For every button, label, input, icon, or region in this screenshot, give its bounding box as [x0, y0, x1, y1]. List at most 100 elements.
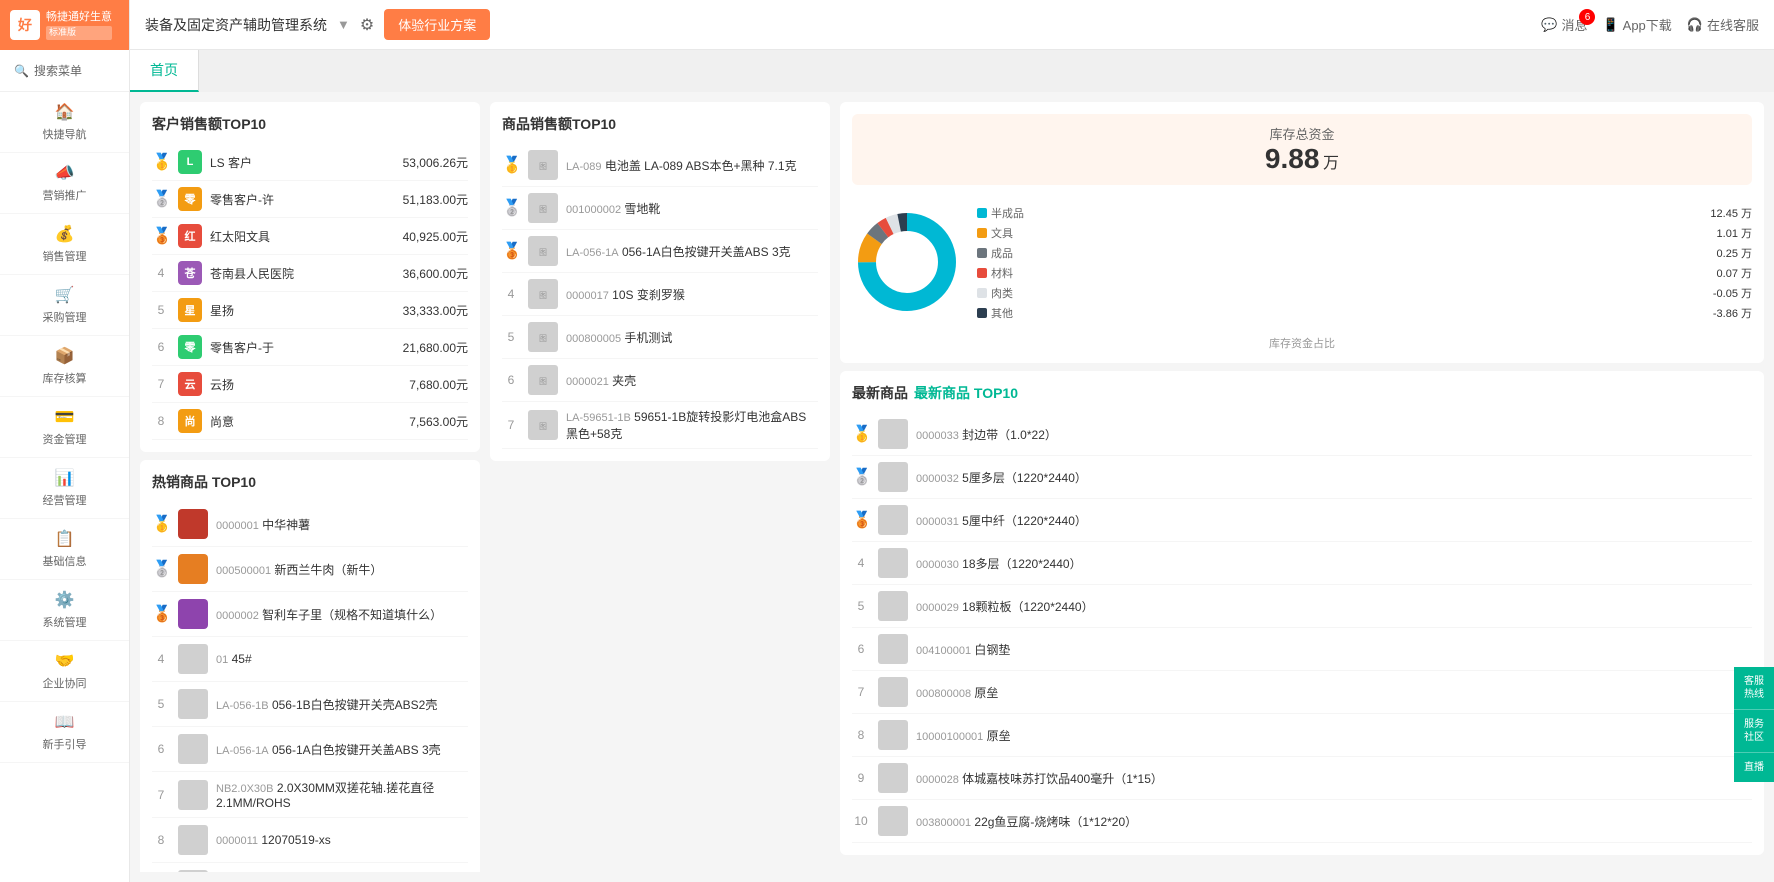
product-thumbnail [178, 825, 208, 855]
message-btn[interactable]: 💬 消息 6 [1541, 15, 1587, 34]
product-name: 056-1A白色按键开关盖ABS 3壳 [272, 743, 441, 757]
product-code: 0000031 [916, 516, 959, 528]
sidebar-item-operations[interactable]: 📊 经营管理 [0, 458, 129, 519]
legend-item: 文具 1.01 万 [977, 225, 1752, 241]
sidebar-item-system[interactable]: ⚙️ 系统管理 [0, 580, 129, 641]
product-rank-item: 5 图 000800005 手机测试 [502, 316, 818, 359]
product-img [878, 634, 908, 664]
search-menu-btn[interactable]: 🔍 搜索菜单 [10, 58, 119, 83]
inventory-donut-chart [852, 207, 962, 320]
right-column: 库存总资金 9.88 万 [840, 102, 1764, 872]
rank-number: 6 [152, 340, 170, 354]
customer-avatar: 零 [178, 187, 202, 211]
new-product-info: 0000033 封边带（1.0*22） [916, 426, 1752, 443]
product-code: 0000028 [916, 774, 959, 786]
legend-name: 文具 [991, 225, 1717, 241]
legend-dot [977, 208, 987, 218]
customer-name: 苍南县人民医院 [210, 265, 395, 282]
product-ranking-column: 商品销售额TOP10 🥇 图 LA-089 电池盖 LA-089 ABS本色+黑… [490, 102, 830, 872]
product-name: 5厘多层（1220*2440） [962, 471, 1087, 485]
product-code: 004100001 [916, 645, 971, 657]
product-thumbnail [178, 734, 208, 764]
customer-name: 星扬 [210, 302, 395, 319]
customer-amount: 21,680.00元 [403, 339, 468, 356]
topbar-right: 💬 消息 6 📱 App下载 🎧 在线客服 [1541, 15, 1759, 34]
inventory-card: 库存总资金 9.88 万 [840, 102, 1764, 363]
product-name: 新西兰牛肉（新牛） [274, 563, 382, 577]
sidebar-item-guide[interactable]: 📖 新手引导 [0, 702, 129, 763]
sidebar-item-basics[interactable]: 📋 基础信息 [0, 519, 129, 580]
trial-btn[interactable]: 体验行业方案 [384, 9, 490, 40]
hot-product-info: LA-056-1B 056-1B白色按键开关壳ABS2壳 [216, 696, 468, 713]
dropdown-arrow[interactable]: ▼ [337, 17, 350, 32]
product-name: 18颗粒板（1220*2440） [962, 600, 1093, 614]
sidebar-item-finance[interactable]: 💳 资金管理 [0, 397, 129, 458]
product-code: NB2.0X30B [216, 783, 273, 795]
rank-medal: 🥉 [852, 510, 870, 530]
customer-name: 零售客户-于 [210, 339, 395, 356]
svg-text:图: 图 [539, 334, 547, 343]
customer-rank-item: 6 零 零售客户-于 21,680.00元 [152, 329, 468, 366]
sidebar-item-inventory[interactable]: 📦 库存核算 [0, 336, 129, 397]
new-product-item: 4 0000030 18多层（1220*2440） [852, 542, 1752, 585]
sidebar-item-marketing[interactable]: 📣 营销推广 [0, 153, 129, 214]
sidebar-item-quick-nav[interactable]: 🏠 快捷导航 [0, 92, 129, 153]
legend-name: 其他 [991, 305, 1713, 321]
legend-item: 成品 0.25 万 [977, 245, 1752, 261]
tab-home[interactable]: 首页 [130, 50, 199, 92]
customer-avatar: 苍 [178, 261, 202, 285]
online-service-btn[interactable]: 🎧 在线客服 [1687, 15, 1759, 34]
hot-product-item: 🥉 0000002 智利车子里（规格不知道填什么） [152, 592, 468, 637]
product-img: 图 [528, 365, 558, 395]
svg-text:图: 图 [539, 205, 547, 214]
hot-product-info: LA-056-1A 056-1A白色按键开关盖ABS 3壳 [216, 741, 468, 758]
customer-ranking-card: 客户销售额TOP10 🥇 L LS 客户 53,006.26元 🥈 零 零售客户… [140, 102, 480, 452]
product-img: 图 [528, 193, 558, 223]
product-img [878, 548, 908, 578]
product-img [878, 462, 908, 492]
float-btn-community[interactable]: 服务社区 [1734, 710, 1774, 753]
rank-number: 7 [152, 788, 170, 802]
product-img: 图 [528, 410, 558, 440]
sidebar-item-collaboration[interactable]: 🤝 企业协同 [0, 641, 129, 702]
legend-value: -0.05 万 [1713, 285, 1752, 301]
customer-rank-item: 4 苍 苍南县人民医院 36,600.00元 [152, 255, 468, 292]
svg-text:图: 图 [539, 422, 547, 431]
product-name: 手机测试 [624, 331, 672, 345]
product-img [878, 720, 908, 750]
float-btn-live[interactable]: 直播 [1734, 753, 1774, 782]
product-name: 中华神薯 [262, 518, 310, 532]
product-img [878, 763, 908, 793]
product-name: 10S 变刹罗猴 [612, 288, 685, 302]
new-product-item: 🥇 0000033 封边带（1.0*22） [852, 413, 1752, 456]
hot-product-item: 🥇 0000001 中华神薯 [152, 502, 468, 547]
product-code: 0000017 [566, 290, 609, 302]
product-rank-item: 🥈 图 001000002 雪地靴 [502, 187, 818, 230]
hot-product-info: 0000002 智利车子里（规格不知道填什么） [216, 606, 468, 623]
rank-number: 6 [852, 642, 870, 656]
float-btn-service[interactable]: 客服热线 [1734, 667, 1774, 710]
product-name: 雪地靴 [624, 202, 660, 216]
sidebar: 好 畅捷通好生意 标准版 🔍 搜索菜单 🏠 快捷导航 📣 营销推广 💰 销售管理… [0, 0, 130, 882]
legend-value: 0.07 万 [1717, 265, 1752, 281]
product-code: LA-056-1A [216, 745, 269, 757]
product-info: 000800005 手机测试 [566, 329, 818, 346]
app-download-btn[interactable]: 📱 App下载 [1602, 15, 1671, 34]
rank-medal: 🥈 [852, 467, 870, 487]
rank-number: 7 [152, 377, 170, 391]
customer-rank-item: 🥉 红 红太阳文具 40,925.00元 [152, 218, 468, 255]
product-code: LA-59651-1B [566, 412, 631, 424]
product-code: LA-089 [566, 161, 601, 173]
settings-icon[interactable]: ⚙ [360, 15, 374, 35]
hot-product-info: 01 45# [216, 652, 468, 666]
product-name: 体城嘉枝味苏打饮品400毫升（1*15） [962, 772, 1163, 786]
customer-rank-item: 7 云 云扬 7,680.00元 [152, 366, 468, 403]
product-info: LA-089 电池盖 LA-089 ABS本色+黑种 7.1克 [566, 157, 818, 174]
customer-amount: 51,183.00元 [403, 191, 468, 208]
rank-number: 7 [502, 418, 520, 432]
sidebar-search[interactable]: 🔍 搜索菜单 [0, 50, 129, 92]
sidebar-item-purchase[interactable]: 🛒 采购管理 [0, 275, 129, 336]
sidebar-item-sales[interactable]: 💰 销售管理 [0, 214, 129, 275]
new-products-title: 最新商品 最新商品 TOP10 [852, 383, 1752, 403]
rank-medal: 🥈 [502, 198, 520, 218]
